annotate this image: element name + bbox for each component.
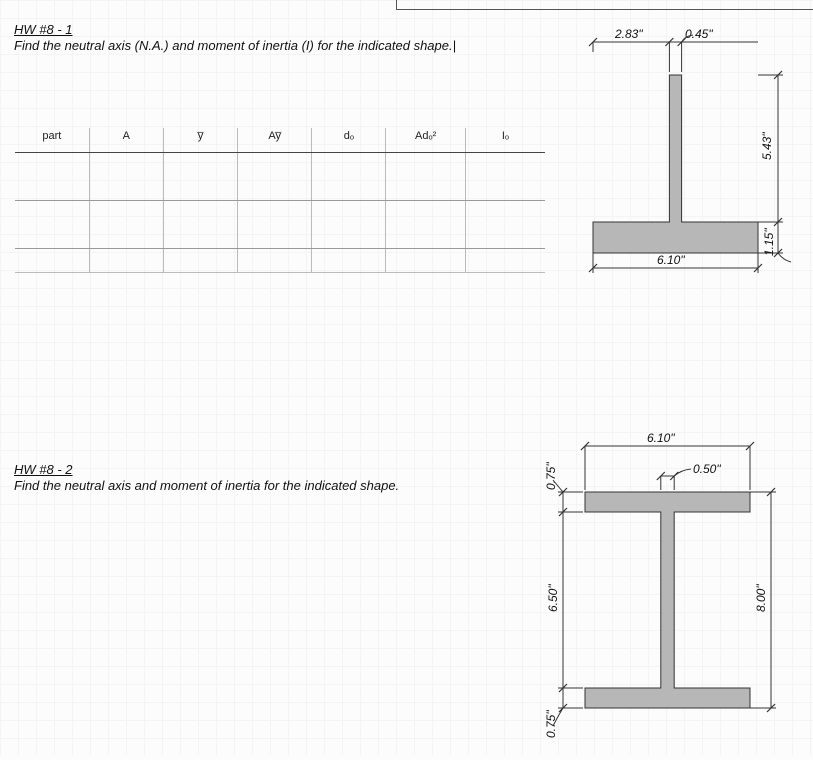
table-row bbox=[15, 249, 545, 273]
calc-table: part A y̅ Ay̅ dₒ Adₒ² Iₒ bbox=[15, 128, 545, 273]
dim-flange-width: 6.10" bbox=[647, 431, 675, 445]
table-header-row: part A y̅ Ay̅ dₒ Adₒ² Iₒ bbox=[15, 128, 545, 153]
header-frame bbox=[396, 0, 813, 10]
col-ado2: Adₒ² bbox=[386, 128, 466, 153]
col-area: A bbox=[89, 128, 163, 153]
figure-i-beam: 6.10" 0.50" 0.75" 6.50" 0.75" 8.00" bbox=[543, 430, 813, 760]
problem-2-title: HW #8 - 2 bbox=[14, 462, 73, 477]
dim-top-half-width: 2.83" bbox=[614, 28, 643, 41]
dim-bot-flange-thk: 0.75" bbox=[544, 710, 558, 738]
col-do: dₒ bbox=[312, 128, 386, 153]
dim-web-thickness: 0.45" bbox=[685, 28, 713, 41]
figure-t-shape: 2.83" 0.45" 6.10" 5.43" 1.15" bbox=[573, 28, 813, 288]
i-section bbox=[585, 492, 750, 708]
col-aybar: Ay̅ bbox=[238, 128, 312, 153]
problem-2-prompt: Find the neutral axis and moment of iner… bbox=[14, 478, 399, 493]
col-ybar: y̅ bbox=[163, 128, 237, 153]
problem-1-title: HW #8 - 1 bbox=[14, 22, 73, 37]
dim-flange-thk: 1.15" bbox=[762, 228, 776, 256]
dim-base-width: 6.10" bbox=[657, 253, 685, 267]
dim-top-flange-thk: 0.75" bbox=[544, 462, 558, 490]
dim-web-height: 5.43" bbox=[760, 132, 774, 160]
dim-web-height-2: 6.50" bbox=[546, 584, 560, 612]
table-row bbox=[15, 201, 545, 249]
t-section bbox=[593, 75, 758, 253]
col-io: Iₒ bbox=[465, 128, 545, 153]
table-row bbox=[15, 153, 545, 201]
dim-web-thk: 0.50" bbox=[693, 462, 721, 476]
col-part: part bbox=[15, 128, 89, 153]
dim-total-height: 8.00" bbox=[754, 584, 768, 612]
problem-1-prompt: Find the neutral axis (N.A.) and moment … bbox=[14, 38, 456, 53]
